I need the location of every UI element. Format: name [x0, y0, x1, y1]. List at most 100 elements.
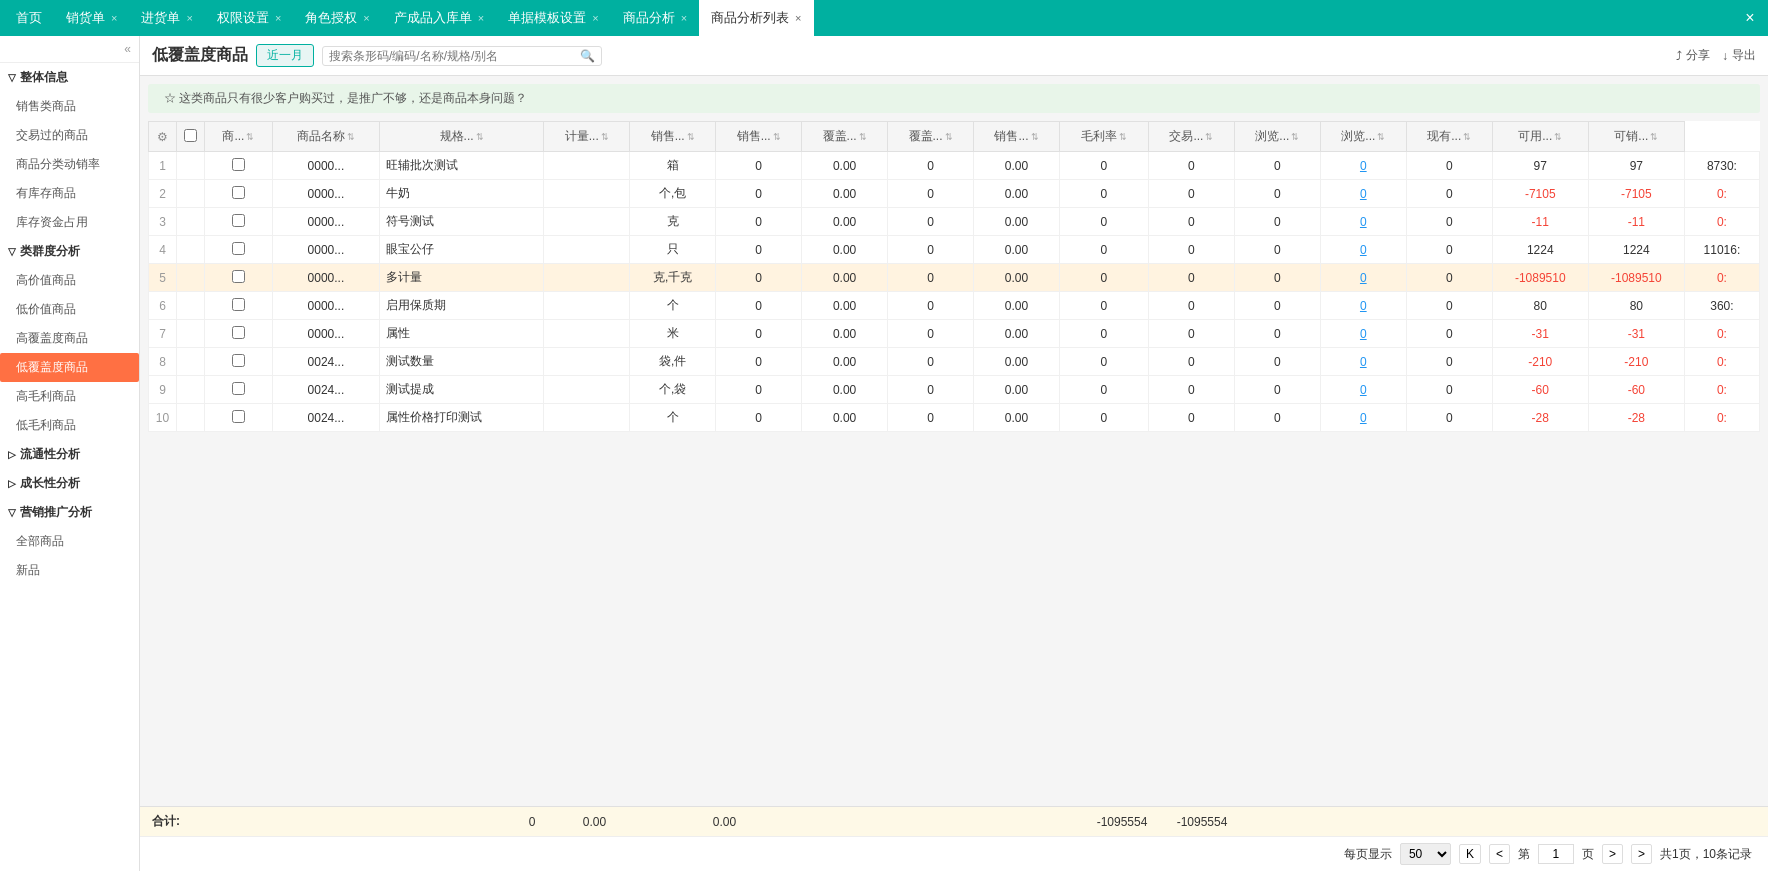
col-sale-qty[interactable]: 销售...⇅: [630, 122, 716, 152]
row-checkbox-2[interactable]: [205, 180, 273, 208]
row-select-9[interactable]: [232, 382, 245, 395]
row-select-1[interactable]: [232, 158, 245, 171]
col-gross[interactable]: 毛利率⇅: [1059, 122, 1148, 152]
col-unit[interactable]: 计量...⇅: [544, 122, 630, 152]
sidebar-item-all-products[interactable]: 全部商品: [0, 527, 139, 556]
row-browse1-10[interactable]: 0: [1320, 404, 1406, 432]
first-page-button[interactable]: K: [1459, 844, 1481, 864]
row-settings-7[interactable]: [177, 320, 205, 348]
last-page-button[interactable]: >: [1631, 844, 1652, 864]
row-checkbox-9[interactable]: [205, 376, 273, 404]
row-settings-1[interactable]: [177, 152, 205, 180]
row-settings-10[interactable]: [177, 404, 205, 432]
row-browse1-1[interactable]: 0: [1320, 152, 1406, 180]
nav-purchase[interactable]: 进货单 ×: [129, 0, 204, 36]
export-button[interactable]: ↓ 导出: [1722, 47, 1756, 64]
row-browse1-8[interactable]: 0: [1320, 348, 1406, 376]
row-checkbox-3[interactable]: [205, 208, 273, 236]
row-settings-9[interactable]: [177, 376, 205, 404]
table-wrapper[interactable]: ⚙ 商...⇅ 商品名称⇅ 规格...⇅ 计量...⇅ 销售...⇅ 销售...…: [140, 113, 1768, 806]
nav-product-analysis[interactable]: 商品分析 ×: [611, 0, 699, 36]
page-number-input[interactable]: [1538, 844, 1574, 864]
nav-template[interactable]: 单据模板设置 ×: [496, 0, 610, 36]
col-cover1[interactable]: 覆盖...⇅: [802, 122, 888, 152]
col-checkbox-header[interactable]: [177, 122, 205, 152]
row-checkbox-1[interactable]: [205, 152, 273, 180]
row-browse1-3[interactable]: 0: [1320, 208, 1406, 236]
search-icon[interactable]: 🔍: [580, 49, 595, 63]
sidebar-item-stock-capital[interactable]: 库存资金占用: [0, 208, 139, 237]
row-browse1-4[interactable]: 0: [1320, 236, 1406, 264]
row-select-8[interactable]: [232, 354, 245, 367]
sidebar-group-circulation[interactable]: ▷ 流通性分析: [0, 440, 139, 469]
col-trade[interactable]: 交易...⇅: [1148, 122, 1234, 152]
sidebar-group-marketing[interactable]: ▽ 营销推广分析: [0, 498, 139, 527]
col-stock[interactable]: 现有...⇅: [1406, 122, 1492, 152]
share-button[interactable]: ⤴ 分享: [1676, 47, 1710, 64]
row-settings-2[interactable]: [177, 180, 205, 208]
row-select-10[interactable]: [232, 410, 245, 423]
sidebar-item-sales-products[interactable]: 销售类商品: [0, 92, 139, 121]
sidebar-group-cluster[interactable]: ▽ 类群度分析: [0, 237, 139, 266]
nav-permission[interactable]: 权限设置 ×: [205, 0, 293, 36]
nav-product-in-close[interactable]: ×: [478, 12, 484, 24]
close-all-button[interactable]: ×: [1736, 4, 1764, 32]
sidebar-item-new-products[interactable]: 新品: [0, 556, 139, 585]
row-browse1-7[interactable]: 0: [1320, 320, 1406, 348]
prev-page-button[interactable]: <: [1489, 844, 1510, 864]
row-browse1-2[interactable]: 0: [1320, 180, 1406, 208]
row-checkbox-10[interactable]: [205, 404, 273, 432]
sidebar-item-high-value[interactable]: 高价值商品: [0, 266, 139, 295]
col-browse2[interactable]: 浏览...⇅: [1320, 122, 1406, 152]
row-select-3[interactable]: [232, 214, 245, 227]
row-select-4[interactable]: [232, 242, 245, 255]
col-cover2[interactable]: 覆盖...⇅: [888, 122, 974, 152]
nav-product-analysis-list-close[interactable]: ×: [795, 12, 801, 24]
select-all-checkbox[interactable]: [184, 129, 197, 142]
sidebar-item-in-stock[interactable]: 有库存商品: [0, 179, 139, 208]
col-settings[interactable]: ⚙: [149, 122, 177, 152]
search-input[interactable]: [329, 49, 580, 63]
sidebar-item-high-coverage[interactable]: 高覆盖度商品: [0, 324, 139, 353]
nav-role[interactable]: 角色授权 ×: [293, 0, 381, 36]
row-browse1-5[interactable]: 0: [1320, 264, 1406, 292]
nav-purchase-close[interactable]: ×: [186, 12, 192, 24]
sidebar-item-low-coverage[interactable]: 低覆盖度商品: [0, 353, 139, 382]
nav-product-analysis-close[interactable]: ×: [681, 12, 687, 24]
row-settings-5[interactable]: [177, 264, 205, 292]
row-select-5[interactable]: [232, 270, 245, 283]
sidebar-item-high-margin[interactable]: 高毛利商品: [0, 382, 139, 411]
col-name[interactable]: 商品名称⇅: [272, 122, 379, 152]
nav-sales[interactable]: 销货单 ×: [54, 0, 129, 36]
row-settings-3[interactable]: [177, 208, 205, 236]
next-page-button[interactable]: >: [1602, 844, 1623, 864]
nav-home[interactable]: 首页: [4, 0, 54, 36]
row-select-2[interactable]: [232, 186, 245, 199]
row-browse1-6[interactable]: 0: [1320, 292, 1406, 320]
col-code[interactable]: 商...⇅: [205, 122, 273, 152]
col-saleable[interactable]: 可销...⇅: [1588, 122, 1684, 152]
row-checkbox-5[interactable]: [205, 264, 273, 292]
row-settings-8[interactable]: [177, 348, 205, 376]
row-select-6[interactable]: [232, 298, 245, 311]
nav-permission-close[interactable]: ×: [275, 12, 281, 24]
page-size-select[interactable]: 50 10 20 100: [1400, 843, 1451, 865]
row-settings-6[interactable]: [177, 292, 205, 320]
col-sale-amt[interactable]: 销售...⇅: [716, 122, 802, 152]
sidebar-item-category-rate[interactable]: 商品分类动销率: [0, 150, 139, 179]
row-settings-4[interactable]: [177, 236, 205, 264]
nav-template-close[interactable]: ×: [592, 12, 598, 24]
col-avail[interactable]: 可用...⇅: [1492, 122, 1588, 152]
sidebar-group-overall[interactable]: ▽ 整体信息: [0, 63, 139, 92]
row-checkbox-4[interactable]: [205, 236, 273, 264]
search-box[interactable]: 🔍: [322, 46, 602, 66]
sidebar-item-low-margin[interactable]: 低毛利商品: [0, 411, 139, 440]
row-browse1-9[interactable]: 0: [1320, 376, 1406, 404]
col-sale3[interactable]: 销售...⇅: [974, 122, 1060, 152]
row-checkbox-8[interactable]: [205, 348, 273, 376]
nav-product-analysis-list[interactable]: 商品分析列表 ×: [699, 0, 813, 36]
nav-role-close[interactable]: ×: [363, 12, 369, 24]
col-browse1[interactable]: 浏览...⇅: [1234, 122, 1320, 152]
filter-recent-month-button[interactable]: 近一月: [256, 44, 314, 67]
sidebar-item-traded-products[interactable]: 交易过的商品: [0, 121, 139, 150]
